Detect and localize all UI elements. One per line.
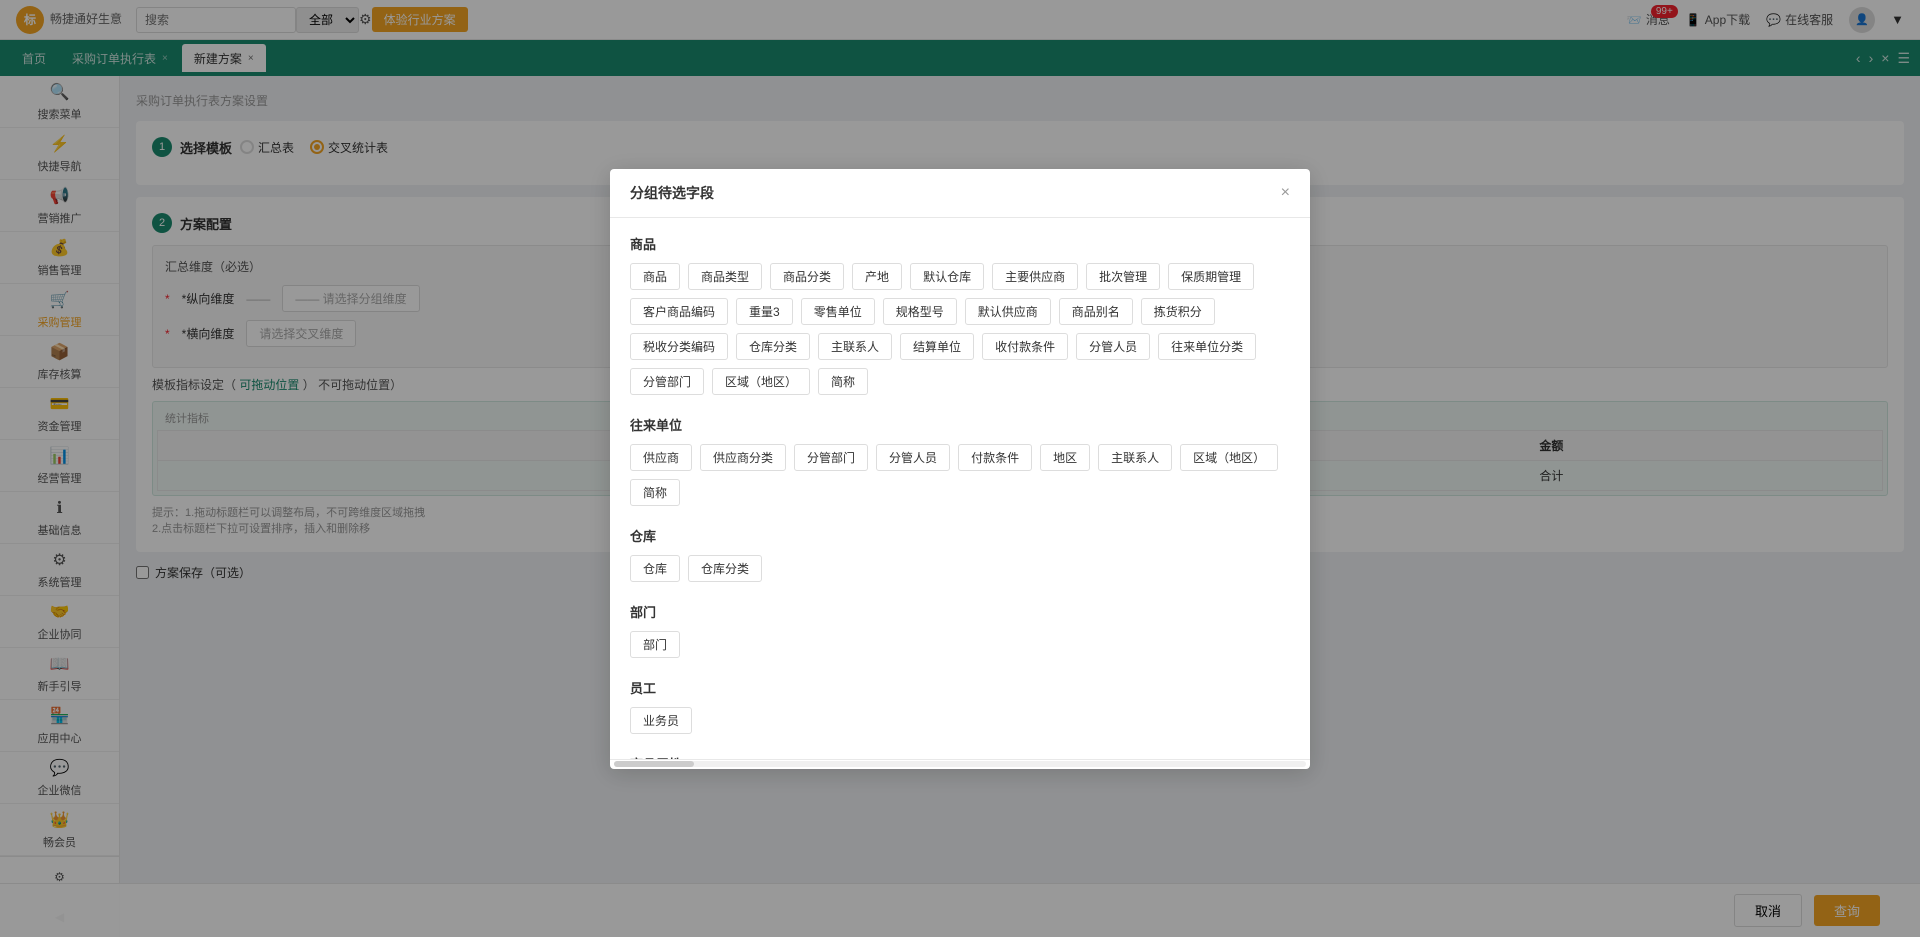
field-payment-condition[interactable]: 付款条件 <box>958 444 1032 471</box>
field-partner-category[interactable]: 往来单位分类 <box>1158 333 1256 360</box>
employee-fields: 业务员 <box>630 707 1290 734</box>
field-warehouse-cat[interactable]: 仓库分类 <box>688 555 762 582</box>
field-main-contact[interactable]: 主联系人 <box>818 333 892 360</box>
field-region-product[interactable]: 区域（地区） <box>712 368 810 395</box>
field-customer-code[interactable]: 客户商品编码 <box>630 298 728 325</box>
field-supervisor[interactable]: 分管人员 <box>1076 333 1150 360</box>
group-product-title: 商品 <box>630 234 1290 253</box>
group-product: 商品 商品 商品类型 商品分类 产地 默认仓库 主要供应商 批次管理 保质期管理… <box>630 234 1290 395</box>
field-supplier-category[interactable]: 供应商分类 <box>700 444 786 471</box>
modal-title: 分组待选字段 <box>630 183 714 203</box>
field-main-contact-partner[interactable]: 主联系人 <box>1098 444 1172 471</box>
modal-header: 分组待选字段 × <box>610 169 1310 218</box>
group-warehouse-title: 仓库 <box>630 526 1290 545</box>
field-settlement-unit[interactable]: 结算单位 <box>900 333 974 360</box>
field-origin[interactable]: 产地 <box>852 263 902 290</box>
modal-body[interactable]: 商品 商品 商品类型 商品分类 产地 默认仓库 主要供应商 批次管理 保质期管理… <box>610 218 1310 759</box>
field-product-type[interactable]: 商品类型 <box>688 263 762 290</box>
hscroll-thumb <box>614 761 694 767</box>
field-payment-terms[interactable]: 收付款条件 <box>982 333 1068 360</box>
field-warehouse-category[interactable]: 仓库分类 <box>736 333 810 360</box>
field-product[interactable]: 商品 <box>630 263 680 290</box>
modal-horizontal-scrollbar[interactable] <box>610 759 1310 769</box>
field-short-name-partner[interactable]: 简称 <box>630 479 680 506</box>
modal-close-button[interactable]: × <box>1281 184 1290 202</box>
field-short-name-product[interactable]: 简称 <box>818 368 868 395</box>
group-dept: 部门 部门 <box>630 602 1290 658</box>
field-main-supplier[interactable]: 主要供应商 <box>992 263 1078 290</box>
field-region-partner2[interactable]: 区域（地区） <box>1180 444 1278 471</box>
field-default-warehouse[interactable]: 默认仓库 <box>910 263 984 290</box>
warehouse-fields: 仓库 仓库分类 <box>630 555 1290 582</box>
partner-fields: 供应商 供应商分类 分管部门 分管人员 付款条件 地区 主联系人 区域（地区） … <box>630 444 1290 506</box>
field-expiry-mgmt[interactable]: 保质期管理 <box>1168 263 1254 290</box>
field-tax-code[interactable]: 税收分类编码 <box>630 333 728 360</box>
field-sales-person[interactable]: 业务员 <box>630 707 692 734</box>
modal: 分组待选字段 × 商品 商品 商品类型 商品分类 产地 默认仓库 主要供应商 批… <box>610 169 1310 769</box>
field-warehouse[interactable]: 仓库 <box>630 555 680 582</box>
group-partner-title: 往来单位 <box>630 415 1290 434</box>
group-partner: 往来单位 供应商 供应商分类 分管部门 分管人员 付款条件 地区 主联系人 区域… <box>630 415 1290 506</box>
field-spec-model[interactable]: 规格型号 <box>883 298 957 325</box>
group-employee-title: 员工 <box>630 678 1290 697</box>
field-product-category[interactable]: 商品分类 <box>770 263 844 290</box>
field-retail-unit[interactable]: 零售单位 <box>801 298 875 325</box>
modal-overlay: 分组待选字段 × 商品 商品 商品类型 商品分类 产地 默认仓库 主要供应商 批… <box>0 0 1920 937</box>
field-weight3[interactable]: 重量3 <box>736 298 793 325</box>
field-supplier[interactable]: 供应商 <box>630 444 692 471</box>
field-pick-score[interactable]: 拣货积分 <box>1141 298 1215 325</box>
field-dept[interactable]: 部门 <box>630 631 680 658</box>
field-dept-in-charge[interactable]: 分管部门 <box>630 368 704 395</box>
group-employee: 员工 业务员 <box>630 678 1290 734</box>
field-product-alias[interactable]: 商品别名 <box>1059 298 1133 325</box>
product-fields: 商品 商品类型 商品分类 产地 默认仓库 主要供应商 批次管理 保质期管理 客户… <box>630 263 1290 395</box>
field-mgmt-dept[interactable]: 分管部门 <box>794 444 868 471</box>
group-dept-title: 部门 <box>630 602 1290 621</box>
group-warehouse: 仓库 仓库 仓库分类 <box>630 526 1290 582</box>
field-mgmt-person[interactable]: 分管人员 <box>876 444 950 471</box>
field-region-partner[interactable]: 地区 <box>1040 444 1090 471</box>
field-default-supplier[interactable]: 默认供应商 <box>965 298 1051 325</box>
hscroll-track <box>614 761 1306 767</box>
field-batch-mgmt[interactable]: 批次管理 <box>1086 263 1160 290</box>
dept-fields: 部门 <box>630 631 1290 658</box>
